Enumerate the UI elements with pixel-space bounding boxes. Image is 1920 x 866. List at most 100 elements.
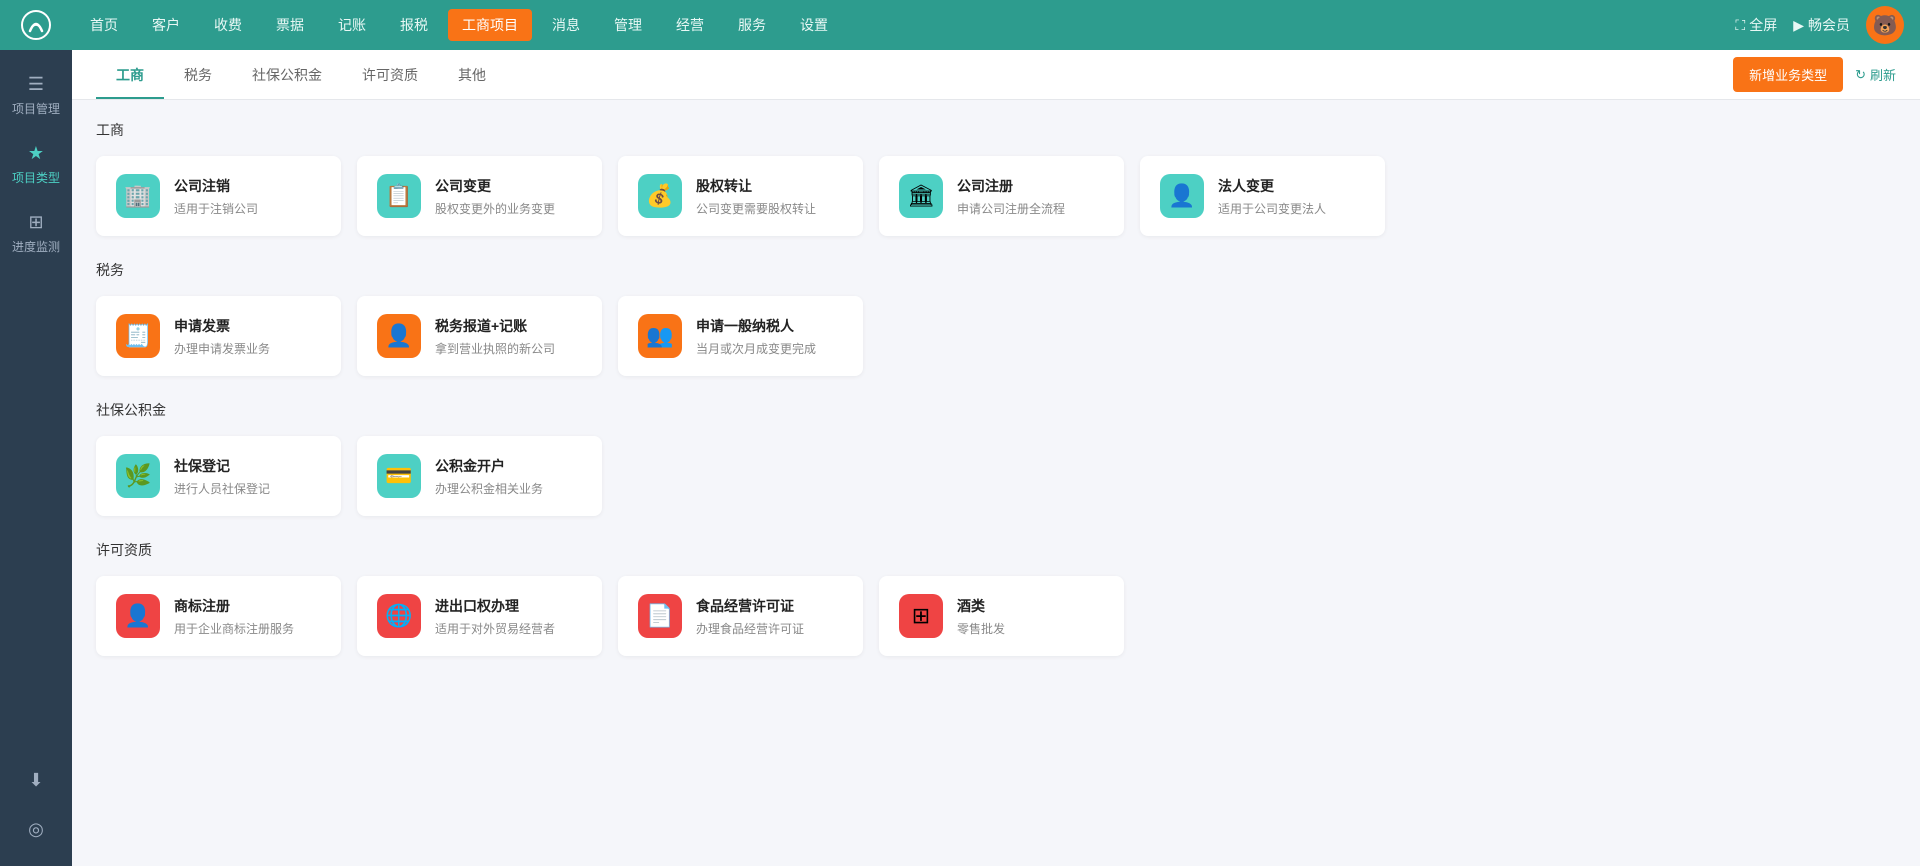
tab-社保公积金[interactable]: 社保公积金 [232, 51, 342, 99]
project-type-icon: ★ [24, 141, 48, 165]
card-info: 食品经营许可证办理食品经营许可证 [696, 596, 804, 637]
sidebar-settings-btn[interactable]: ◎ [22, 809, 50, 850]
card-info: 商标注册用于企业商标注册服务 [174, 596, 294, 637]
card-食品经营许可证[interactable]: 📄食品经营许可证办理食品经营许可证 [618, 576, 863, 656]
section-title: 社保公积金 [96, 400, 1896, 420]
card-公司变更[interactable]: 📋公司变更股权变更外的业务变更 [357, 156, 602, 236]
scroll-content[interactable]: 工商🏢公司注销适用于注销公司📋公司变更股权变更外的业务变更💰股权转让公司变更需要… [72, 100, 1920, 866]
sidebar-label-project-manage: 项目管理 [12, 100, 60, 117]
card-title: 社保登记 [174, 456, 270, 476]
sidebar-item-progress[interactable]: ⊞ 进度监测 [0, 198, 72, 267]
card-title: 公司变更 [435, 176, 555, 196]
card-info: 公司注销适用于注销公司 [174, 176, 258, 217]
section-社保公积金: 社保公积金 🌿 社保登记进行人员社保登记 💳 公积金开户办理公积金相关业务 [96, 400, 1896, 516]
section-title: 税务 [96, 260, 1896, 280]
vip-btn[interactable]: ▶ 畅会员 [1793, 15, 1850, 35]
project-manage-icon: ☰ [24, 72, 48, 96]
sidebar-item-project-manage[interactable]: ☰ 项目管理 [0, 60, 72, 129]
card-desc: 申请公司注册全流程 [957, 200, 1065, 217]
card-desc: 办理申请发票业务 [174, 340, 270, 357]
card-info: 申请发票办理申请发票业务 [174, 316, 270, 357]
card-title: 申请发票 [174, 316, 270, 336]
vip-label: 畅会员 [1808, 15, 1850, 35]
card-公司注册[interactable]: 🏛公司注册申请公司注册全流程 [879, 156, 1124, 236]
card-公司注销[interactable]: 🏢公司注销适用于注销公司 [96, 156, 341, 236]
card-法人变更[interactable]: 👤法人变更适用于公司变更法人 [1140, 156, 1385, 236]
top-nav: 首页客户收费票据记账报税工商项目消息管理经营服务设置 ⛶ 全屏 ▶ 畅会员 🐻 [0, 0, 1920, 50]
card-title: 食品经营许可证 [696, 596, 804, 616]
card-info: 进出口权办理适用于对外贸易经营者 [435, 596, 555, 637]
card-title: 公司注册 [957, 176, 1065, 196]
nav-item-服务[interactable]: 服务 [724, 9, 780, 41]
card-info: 社保登记进行人员社保登记 [174, 456, 270, 497]
card-税务报道+记账[interactable]: 👤 税务报道+记账拿到营业执照的新公司 [357, 296, 602, 376]
card-title: 公司注销 [174, 176, 258, 196]
nav-item-票据[interactable]: 票据 [262, 9, 318, 41]
sidebar-item-project-type[interactable]: ★ 项目类型 [0, 129, 72, 198]
card-desc: 适用于公司变更法人 [1218, 200, 1326, 217]
nav-item-设置[interactable]: 设置 [786, 9, 842, 41]
nav-item-管理[interactable]: 管理 [600, 9, 656, 41]
card-icon: 👤 [116, 594, 160, 638]
card-icon: 💰 [638, 174, 682, 218]
content-area: 工商税务社保公积金许可资质其他 新增业务类型 ↻ 刷新 工商🏢公司注销适用于注销… [72, 50, 1920, 866]
nav-item-消息[interactable]: 消息 [538, 9, 594, 41]
card-title: 公积金开户 [435, 456, 543, 476]
mascot-avatar: 🐻 [1866, 6, 1904, 44]
nav-item-经营[interactable]: 经营 [662, 9, 718, 41]
card-icon: 💳 [377, 454, 421, 498]
card-icon: 📋 [377, 174, 421, 218]
card-icon: 🌿 [116, 454, 160, 498]
progress-icon: ⊞ [24, 210, 48, 234]
tab-bar: 工商税务社保公积金许可资质其他 新增业务类型 ↻ 刷新 [72, 50, 1920, 100]
tab-工商[interactable]: 工商 [96, 51, 164, 99]
tab-许可资质[interactable]: 许可资质 [342, 51, 438, 99]
card-title: 进出口权办理 [435, 596, 555, 616]
card-icon: 👥 [638, 314, 682, 358]
nav-items: 首页客户收费票据记账报税工商项目消息管理经营服务设置 [76, 9, 1735, 41]
card-desc: 适用于对外贸易经营者 [435, 620, 555, 637]
new-type-button[interactable]: 新增业务类型 [1733, 57, 1843, 92]
tab-其他[interactable]: 其他 [438, 51, 506, 99]
nav-item-报税[interactable]: 报税 [386, 9, 442, 41]
cards-grid: 🌿 社保登记进行人员社保登记 💳 公积金开户办理公积金相关业务 [96, 436, 1896, 516]
section-工商: 工商🏢公司注销适用于注销公司📋公司变更股权变更外的业务变更💰股权转让公司变更需要… [96, 120, 1896, 236]
card-desc: 拿到营业执照的新公司 [435, 340, 555, 357]
tabs: 工商税务社保公积金许可资质其他 [96, 51, 1733, 99]
nav-item-记账[interactable]: 记账 [324, 9, 380, 41]
card-商标注册[interactable]: 👤 商标注册用于企业商标注册服务 [96, 576, 341, 656]
card-info: 公司注册申请公司注册全流程 [957, 176, 1065, 217]
card-icon: 👤 [377, 314, 421, 358]
card-酒类[interactable]: ⊞酒类零售批发 [879, 576, 1124, 656]
card-title: 税务报道+记账 [435, 316, 555, 336]
card-icon: ⊞ [899, 594, 943, 638]
nav-item-首页[interactable]: 首页 [76, 9, 132, 41]
nav-item-收费[interactable]: 收费 [200, 9, 256, 41]
card-desc: 进行人员社保登记 [174, 480, 270, 497]
card-desc: 公司变更需要股权转让 [696, 200, 816, 217]
card-公积金开户[interactable]: 💳 公积金开户办理公积金相关业务 [357, 436, 602, 516]
card-申请一般纳税人[interactable]: 👥 申请一般纳税人当月或次月成变更完成 [618, 296, 863, 376]
fullscreen-btn[interactable]: ⛶ 全屏 [1735, 15, 1777, 35]
card-info: 申请一般纳税人当月或次月成变更完成 [696, 316, 816, 357]
card-desc: 适用于注销公司 [174, 200, 258, 217]
card-title: 申请一般纳税人 [696, 316, 816, 336]
cards-grid: 🧾申请发票办理申请发票业务👤税务报道+记账拿到营业执照的新公司👥申请一般纳税人当… [96, 296, 1896, 376]
card-进出口权办理[interactable]: 🌐进出口权办理适用于对外贸易经营者 [357, 576, 602, 656]
card-desc: 办理公积金相关业务 [435, 480, 543, 497]
card-info: 公积金开户办理公积金相关业务 [435, 456, 543, 497]
tab-税务[interactable]: 税务 [164, 51, 232, 99]
main-layout: ☰ 项目管理 ★ 项目类型 ⊞ 进度监测 ⬇ ◎ 工商税务社保公积金许可资质其他… [0, 50, 1920, 866]
card-title: 商标注册 [174, 596, 294, 616]
card-社保登记[interactable]: 🌿 社保登记进行人员社保登记 [96, 436, 341, 516]
nav-item-工商项目[interactable]: 工商项目 [448, 9, 532, 41]
card-申请发票[interactable]: 🧾申请发票办理申请发票业务 [96, 296, 341, 376]
card-股权转让[interactable]: 💰股权转让公司变更需要股权转让 [618, 156, 863, 236]
sidebar-download-btn[interactable]: ⬇ [22, 760, 50, 801]
card-info: 税务报道+记账拿到营业执照的新公司 [435, 316, 555, 357]
cards-grid: 👤 商标注册用于企业商标注册服务 🌐进出口权办理适用于对外贸易经营者📄食品经营许可证… [96, 576, 1896, 656]
card-desc: 办理食品经营许可证 [696, 620, 804, 637]
refresh-button[interactable]: ↻ 刷新 [1855, 65, 1896, 84]
sidebar-bottom: ⬇ ◎ [22, 760, 50, 866]
nav-item-客户[interactable]: 客户 [138, 9, 194, 41]
